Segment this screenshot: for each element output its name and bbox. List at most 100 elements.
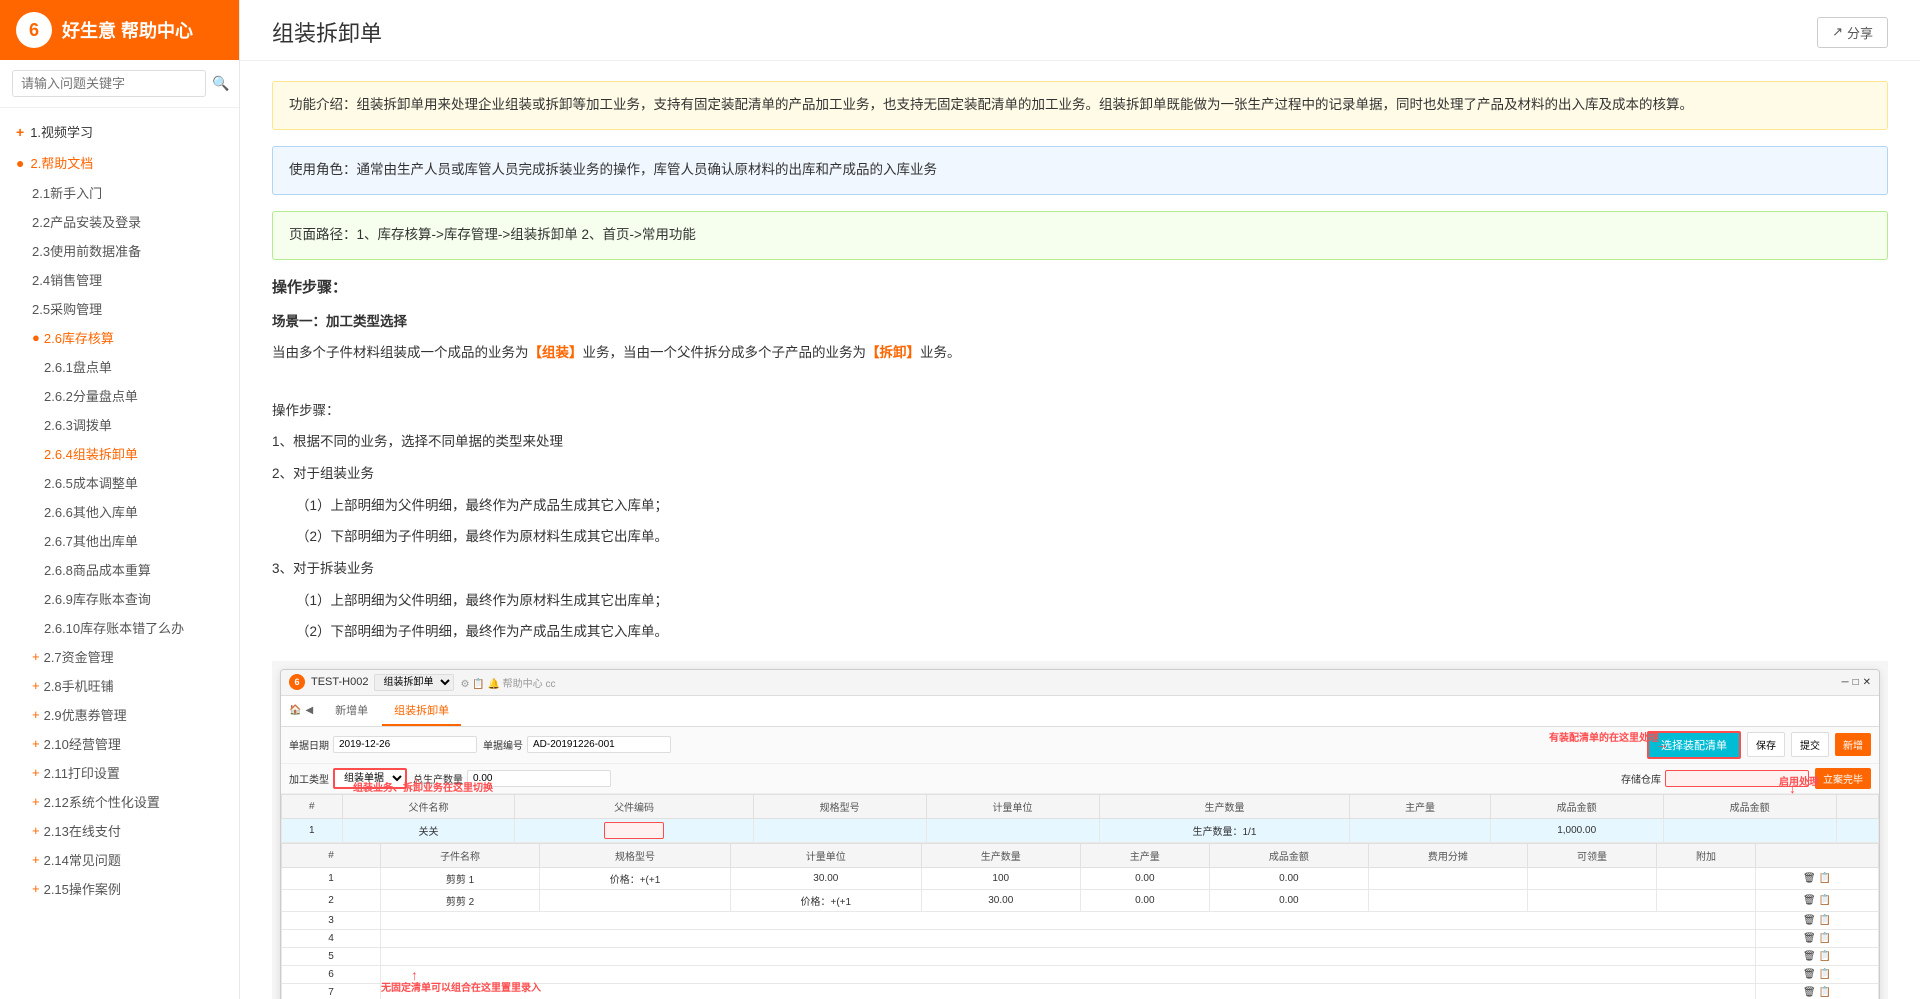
th-parent-code: 父件编码 xyxy=(515,794,753,818)
docno-input[interactable] xyxy=(527,736,671,753)
td-seq: 1 xyxy=(282,818,343,842)
sidebar-item-video[interactable]: + 1.视频学习 xyxy=(0,116,239,147)
sidebar-item-mobile[interactable]: +2.8手机旺铺 xyxy=(0,671,239,700)
th-spec: 规格型号 xyxy=(753,794,926,818)
th-main-qty2: 主产量 xyxy=(1080,843,1209,867)
sidebar-item-stock-error[interactable]: 2.6.10库存账本错了么办 xyxy=(0,613,239,642)
back-icon[interactable]: ◀ xyxy=(305,705,313,716)
tab-new[interactable]: 新增单 xyxy=(323,696,380,726)
search-icon[interactable]: 🔍 xyxy=(212,75,229,92)
confirm-btn[interactable]: 立案完毕 xyxy=(1815,768,1871,789)
sidebar-item-online-pay[interactable]: +2.13在线支付 xyxy=(0,816,239,845)
app-window: 6 TEST-H002 组装拆卸单 ⚙ 📋 🔔 帮助中心 cc ─ □ ✕ xyxy=(280,669,1880,999)
app-logo-small: 6 xyxy=(289,674,305,690)
td-child-code2: 价格：+(+1 xyxy=(540,867,731,889)
expand-icon: + xyxy=(32,736,40,751)
td-alloc3 xyxy=(1368,889,1527,911)
intro-block: 功能介绍：组装拆卸单用来处理企业组装或拆卸等加工业务，支持有固定装配清单的产品加… xyxy=(272,81,1888,130)
step-list-3a: （1）上部明细为父件明细，最终作为原材料生成其它出库单； xyxy=(272,588,1888,614)
app-icons: ⚙ 📋 🔔 帮助中心 cc xyxy=(460,675,555,690)
td-unit4: 价格：+(+1 xyxy=(730,889,921,911)
action-btn1[interactable]: 保存 xyxy=(1747,732,1785,757)
th-child-code: 规格型号 xyxy=(540,843,731,867)
type-select[interactable]: 组装单据 拆卸单据 xyxy=(333,768,407,789)
window-controls: ─ □ ✕ xyxy=(1841,677,1871,688)
th-sub-qty: 生产数量 xyxy=(921,843,1080,867)
td-row-action8: 🗑 📋 xyxy=(1756,983,1879,999)
form-area: 单据日期 单据编号 选择装配清单 保存 提交 xyxy=(281,727,1879,794)
qty-label: 总生产数量 xyxy=(413,771,463,786)
sidebar-item-print[interactable]: +2.11打印设置 xyxy=(0,758,239,787)
th-prod-qty: 生产数量 xyxy=(1099,794,1350,818)
td-child-name2: 剪剪 2 xyxy=(381,889,540,911)
tab-assembly[interactable]: 组装拆卸单 xyxy=(382,696,461,726)
td-row-action7: 🗑 📋 xyxy=(1756,965,1879,983)
collapse-icon: ● xyxy=(16,155,24,171)
sidebar-item-inventory[interactable]: ● 2.6库存核算 xyxy=(0,323,239,352)
expand-icon: + xyxy=(32,852,40,867)
sidebar-item-assembly[interactable]: 2.6.4组装拆卸单 xyxy=(0,439,239,468)
search-input[interactable] xyxy=(12,70,206,97)
warehouse-field-group: 存储仓库 xyxy=(1621,770,1809,787)
th-unit: 计量单位 xyxy=(926,794,1099,818)
intro-text: 功能介绍：组装拆卸单用来处理企业组装或拆卸等加工业务，支持有固定装配清单的产品加… xyxy=(289,97,1693,112)
date-input[interactable] xyxy=(333,736,477,753)
td-prod-qty: 生产数量：1/1 xyxy=(1099,818,1350,842)
qty-input[interactable] xyxy=(467,770,611,787)
th-unit2: 计量单位 xyxy=(730,843,921,867)
step-1: 操作步骤： xyxy=(272,398,1888,424)
td-seq6: 5 xyxy=(282,947,381,965)
table-row: 3 🗑 📋 xyxy=(282,911,1879,929)
td-addon2 xyxy=(1657,867,1756,889)
action-btn3[interactable]: 新增 xyxy=(1835,733,1871,756)
titlebar-text: TEST-H002 xyxy=(311,676,368,688)
app-selector[interactable]: 组装拆卸单 xyxy=(374,674,454,691)
sidebar-item-partial-stocktake[interactable]: 2.6.2分量盘点单 xyxy=(0,381,239,410)
sidebar-item-stocktake[interactable]: 2.6.1盘点单 xyxy=(0,352,239,381)
bom-button[interactable]: 选择装配清单 xyxy=(1647,731,1741,759)
td-empty7 xyxy=(381,983,1756,999)
parent-code-input[interactable] xyxy=(604,822,664,839)
table-row: 1 关关 生产数量：1/1 1,000.00 xyxy=(282,818,1879,842)
path-block: 页面路径：1、库存核算->库存管理->组装拆卸单 2、首页->常用功能 xyxy=(272,211,1888,260)
td-sub-qty3: 30.00 xyxy=(921,889,1080,911)
sidebar-item-newcomer[interactable]: 2.1新手入门 xyxy=(0,178,239,207)
sidebar-item-goods-cost[interactable]: 2.6.8商品成本重算 xyxy=(0,555,239,584)
th-seq2: # xyxy=(282,843,381,867)
sidebar-item-data-prep[interactable]: 2.3使用前数据准备 xyxy=(0,236,239,265)
sidebar-item-help-docs[interactable]: ● 2.帮助文档 xyxy=(0,147,239,178)
content-area: 功能介绍：组装拆卸单用来处理企业组装或拆卸等加工业务，支持有固定装配清单的产品加… xyxy=(240,61,1920,999)
sidebar-item-custom[interactable]: +2.12系统个性化设置 xyxy=(0,787,239,816)
sidebar-item-purchase[interactable]: 2.5采购管理 xyxy=(0,294,239,323)
share-button[interactable]: ↗ 分享 xyxy=(1817,17,1888,48)
sidebar-item-sales[interactable]: 2.4销售管理 xyxy=(0,265,239,294)
td-seq8: 7 xyxy=(282,983,381,999)
app-logo: 6 xyxy=(16,12,52,48)
action-btn2[interactable]: 提交 xyxy=(1791,732,1829,757)
sidebar: 6 好生意 帮助中心 🔍 + 1.视频学习 ● 2.帮助文档 2.1新手入门 2… xyxy=(0,0,240,999)
home-icon[interactable]: 🏠 xyxy=(289,705,301,716)
sidebar-item-stock-check[interactable]: 2.6.9库存账本查询 xyxy=(0,584,239,613)
warehouse-input[interactable] xyxy=(1665,770,1809,787)
sidebar-item-cases[interactable]: +2.15操作案例 xyxy=(0,874,239,903)
scene1-desc: 当由多个子件材料组装成一个成品的业务为【组装】业务，当由一个父件拆分成多个子产品… xyxy=(272,340,1888,366)
table-row: 2 剪剪 2 价格：+(+1 30.00 0.00 0.00 🗑 📋 xyxy=(282,889,1879,911)
sidebar-item-coupons[interactable]: +2.9优惠券管理 xyxy=(0,700,239,729)
minimize-btn[interactable]: ─ xyxy=(1841,677,1848,688)
sidebar-item-ops[interactable]: +2.10经营管理 xyxy=(0,729,239,758)
sidebar-item-cost-adjust[interactable]: 2.6.5成本调整单 xyxy=(0,468,239,497)
sidebar-item-other-out[interactable]: 2.6.7其他出库单 xyxy=(0,526,239,555)
sidebar-item-finance[interactable]: +2.7资金管理 xyxy=(0,642,239,671)
form-toolbar: 单据日期 单据编号 选择装配清单 保存 提交 xyxy=(281,727,1879,764)
td-amount4: 0.00 xyxy=(1209,867,1368,889)
th-amount2: 成品金额 xyxy=(1663,794,1836,818)
sidebar-item-other-in[interactable]: 2.6.6其他入库单 xyxy=(0,497,239,526)
close-btn[interactable]: ✕ xyxy=(1863,677,1871,688)
lower-table: # 子件名称 规格型号 计量单位 生产数量 主产量 成品金额 费用分摊 可领量 … xyxy=(281,843,1879,999)
docno-label: 单据编号 xyxy=(483,737,523,752)
sidebar-item-install[interactable]: 2.2产品安装及登录 xyxy=(0,207,239,236)
maximize-btn[interactable]: □ xyxy=(1853,677,1859,688)
step-list-2: 2、对于组装业务 xyxy=(272,461,1888,487)
sidebar-item-adjustment[interactable]: 2.6.3调拨单 xyxy=(0,410,239,439)
sidebar-item-faq[interactable]: +2.14常见问题 xyxy=(0,845,239,874)
